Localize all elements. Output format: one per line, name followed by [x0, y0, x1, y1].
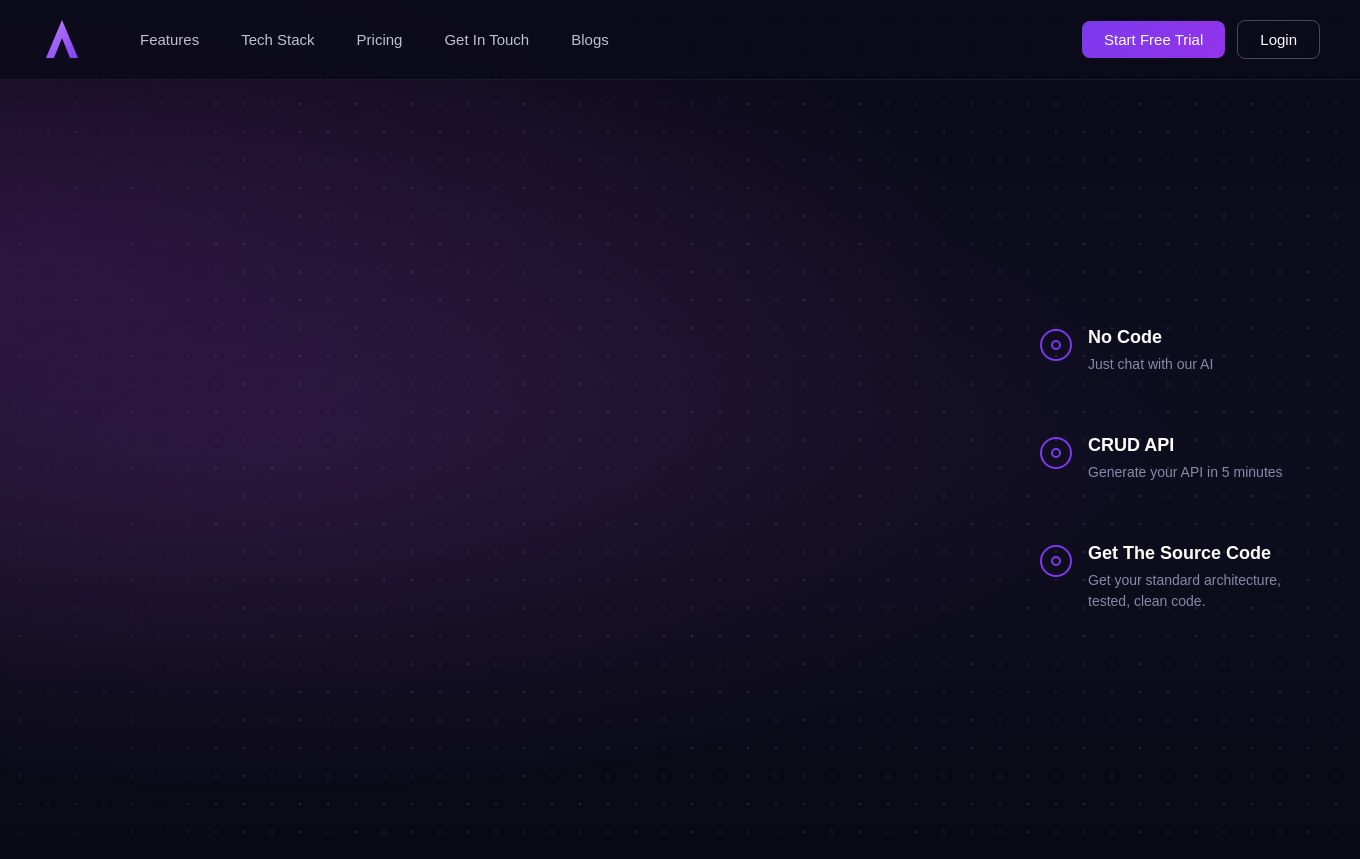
feature-no-code: No Code Just chat with our AI [1040, 327, 1320, 375]
nav-link-blogs[interactable]: Blogs [555, 23, 625, 56]
no-code-title: No Code [1088, 327, 1213, 348]
source-code-icon-inner [1051, 556, 1061, 566]
crud-api-description: Generate your API in 5 minutes [1088, 462, 1283, 483]
source-code-description: Get your standard architecture, tested, … [1088, 570, 1308, 612]
crud-api-text: CRUD API Generate your API in 5 minutes [1088, 435, 1283, 483]
hero-left [0, 80, 1020, 859]
source-code-icon [1040, 545, 1072, 577]
nav-right: Start Free Trial Login [1082, 20, 1320, 59]
no-code-text: No Code Just chat with our AI [1088, 327, 1213, 375]
feature-source-code: Get The Source Code Get your standard ar… [1040, 543, 1320, 612]
logo[interactable] [40, 18, 84, 62]
crud-api-title: CRUD API [1088, 435, 1283, 456]
nav-link-features[interactable]: Features [124, 23, 215, 56]
source-code-text: Get The Source Code Get your standard ar… [1088, 543, 1308, 612]
no-code-description: Just chat with our AI [1088, 354, 1213, 375]
start-free-trial-button[interactable]: Start Free Trial [1082, 21, 1225, 58]
no-code-icon [1040, 329, 1072, 361]
crud-api-icon [1040, 437, 1072, 469]
feature-crud-api: CRUD API Generate your API in 5 minutes [1040, 435, 1320, 483]
features-panel: No Code Just chat with our AI CRUD API G… [1020, 80, 1360, 859]
navbar: Features Tech Stack Pricing Get In Touch… [0, 0, 1360, 80]
logo-svg [44, 18, 80, 62]
nav-link-get-in-touch[interactable]: Get In Touch [428, 23, 545, 56]
no-code-icon-inner [1051, 340, 1061, 350]
nav-links: Features Tech Stack Pricing Get In Touch… [124, 23, 625, 56]
crud-api-icon-inner [1051, 448, 1061, 458]
main-content: No Code Just chat with our AI CRUD API G… [0, 80, 1360, 859]
nav-link-tech-stack[interactable]: Tech Stack [225, 23, 330, 56]
nav-left: Features Tech Stack Pricing Get In Touch… [40, 18, 625, 62]
login-button[interactable]: Login [1237, 20, 1320, 59]
nav-link-pricing[interactable]: Pricing [341, 23, 419, 56]
source-code-title: Get The Source Code [1088, 543, 1308, 564]
